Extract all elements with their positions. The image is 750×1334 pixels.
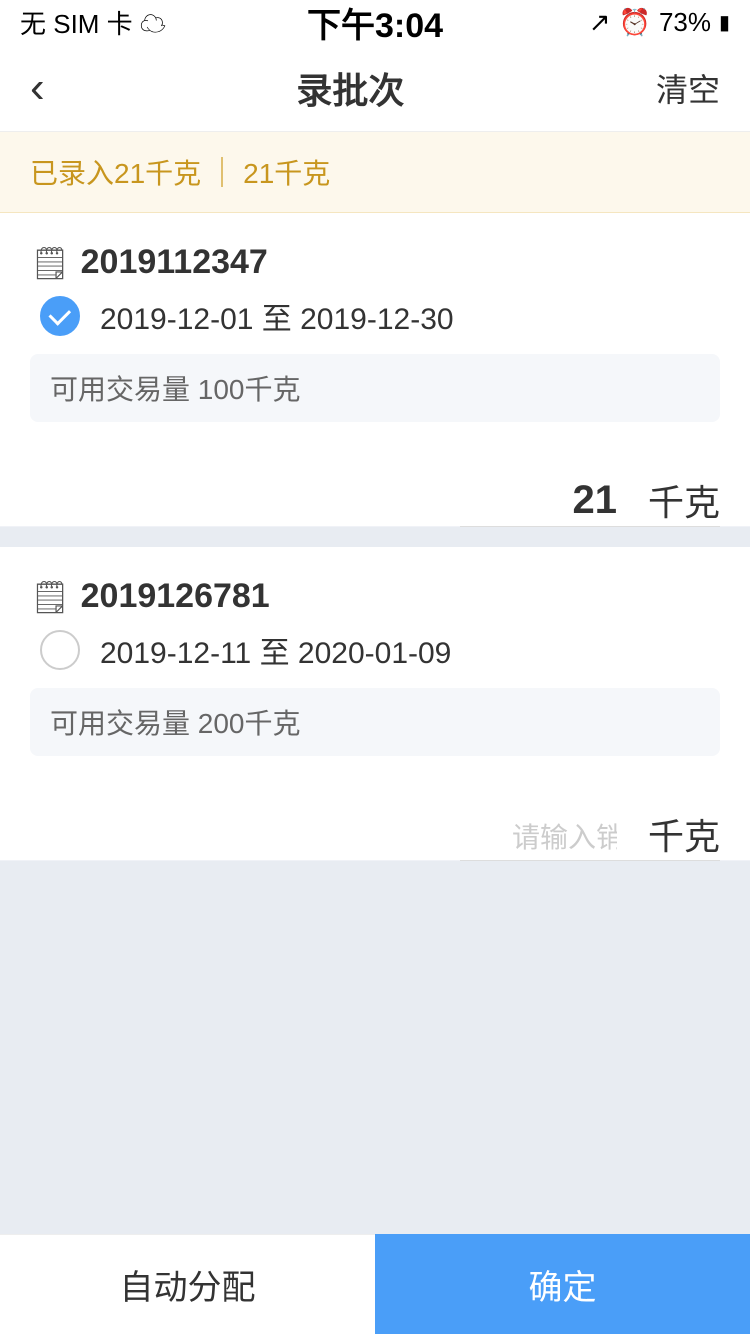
- quantity-input-2[interactable]: [512, 812, 632, 857]
- batch-id-2: 2019126781: [81, 577, 270, 616]
- batch-id-1: 2019112347: [81, 243, 268, 282]
- quantity-input-1[interactable]: [512, 478, 632, 523]
- confirm-label: 确定: [529, 1260, 597, 1309]
- batch-date-row-1: 2019-12-01 至 2019-12-30: [30, 294, 720, 338]
- quantity-row-1: 千克: [0, 458, 750, 526]
- nav-bar: ‹ 录批次 清空: [0, 44, 750, 132]
- battery-text: 73%: [659, 7, 711, 38]
- batch-header-2: 🗒 2019126781: [30, 577, 720, 616]
- back-button[interactable]: ‹: [30, 63, 45, 113]
- footer: 自动分配 确定: [0, 1234, 750, 1334]
- clear-button[interactable]: 清空: [656, 65, 720, 111]
- confirm-button[interactable]: 确定: [375, 1234, 750, 1334]
- recorded-label: 已录入21千克: [30, 152, 201, 192]
- batch-item-1: 🗒 2019112347 2019-12-01 至 2019-12-30 可用交…: [0, 213, 750, 458]
- batch-date-2: 2019-12-11 至 2020-01-09: [100, 628, 451, 672]
- status-bar: 无 SIM 卡 ☁ 下午3:04 ↗ ⏰ 73% ▮: [0, 0, 750, 44]
- auto-distribute-button[interactable]: 自动分配: [0, 1234, 375, 1334]
- status-left: 无 SIM 卡 ☁: [20, 4, 166, 41]
- no-sim-text: 无 SIM 卡 ☁: [20, 4, 166, 41]
- unit-label-2: 千克: [648, 808, 720, 860]
- batch-item-2: 🗒 2019126781 2019-12-11 至 2020-01-09 可用交…: [0, 547, 750, 792]
- auto-distribute-label: 自动分配: [120, 1260, 256, 1309]
- status-right: ↗ ⏰ 73% ▮: [589, 7, 730, 38]
- radio-btn-2[interactable]: [40, 630, 80, 670]
- banner-divider: [221, 157, 223, 187]
- batch-header-1: 🗒 2019112347: [30, 243, 720, 282]
- battery-icon: ▮: [719, 10, 730, 35]
- recorded-value: 21千克: [243, 152, 330, 192]
- unit-label-1: 千克: [648, 474, 720, 526]
- radio-btn-1[interactable]: [40, 296, 80, 336]
- availability-box-2: 可用交易量 200千克: [30, 688, 720, 756]
- section-divider: [0, 527, 750, 547]
- alarm-icon: ⏰: [619, 7, 651, 38]
- batch-date-1: 2019-12-01 至 2019-12-30: [100, 294, 454, 338]
- info-banner: 已录入21千克 21千克: [0, 132, 750, 213]
- batch-date-row-2: 2019-12-11 至 2020-01-09: [30, 628, 720, 672]
- availability-box-1: 可用交易量 100千克: [30, 354, 720, 422]
- batch-doc-icon-1: 🗒: [30, 244, 71, 282]
- batch-doc-icon-2: 🗒: [30, 578, 71, 616]
- status-time: 下午3:04: [307, 0, 443, 47]
- page-title: 录批次: [296, 62, 404, 114]
- location-icon: ↗: [589, 7, 611, 38]
- section-divider-2: [0, 861, 750, 881]
- quantity-row-2: 千克: [0, 792, 750, 860]
